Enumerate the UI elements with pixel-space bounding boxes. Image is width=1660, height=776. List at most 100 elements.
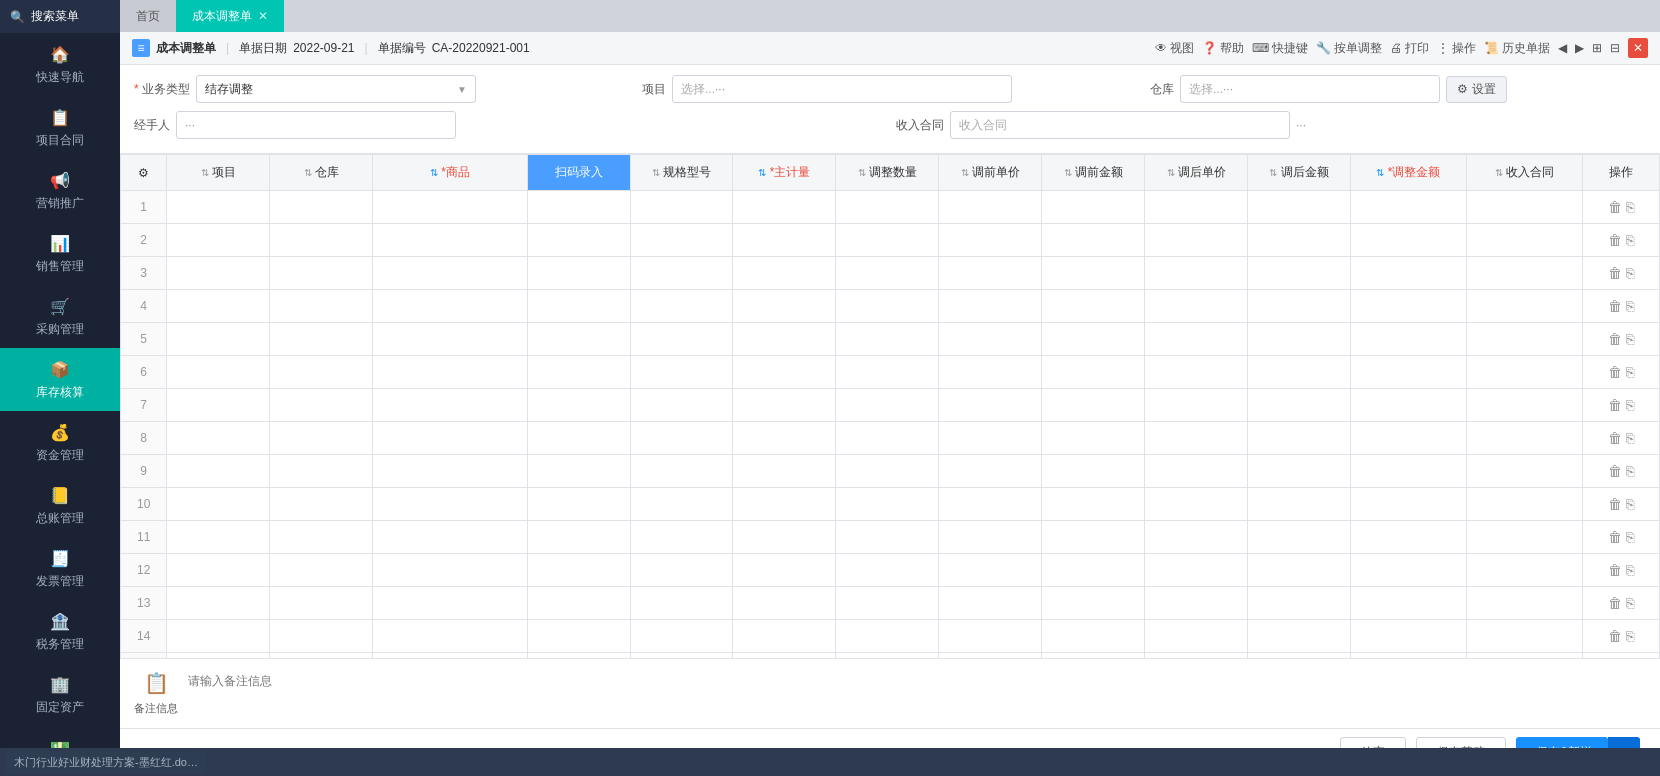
cell-adjust_qty-10[interactable] [836,488,939,521]
cell-before_price-5[interactable] [939,323,1042,356]
cell-unit-12[interactable] [733,554,836,587]
cell-project-5[interactable] [167,323,270,356]
cell-after_amount-7[interactable] [1248,389,1351,422]
help-btn[interactable]: ❓帮助 [1202,40,1244,57]
cell-adjust_qty-13[interactable] [836,587,939,620]
history-btn[interactable]: 📜历史单据 [1484,40,1550,57]
cell-after_price-5[interactable] [1145,323,1248,356]
cell-adjust_amount-4[interactable] [1351,290,1467,323]
nav-prev-btn[interactable]: ◀ [1558,41,1567,55]
cell-warehouse-4[interactable] [270,290,373,323]
cell-spec-1[interactable] [630,191,733,224]
project-input[interactable]: 选择... ··· [672,75,1012,103]
cell-product-13[interactable] [373,587,527,620]
copy-row-3-icon[interactable]: ⎘ [1626,265,1634,281]
biz-type-input[interactable]: 结存调整 ▼ [196,75,476,103]
copy-row-10-icon[interactable]: ⎘ [1626,496,1634,512]
cell-unit-2[interactable] [733,224,836,257]
cell-warehouse-1[interactable] [270,191,373,224]
cell-adjust_amount-7[interactable] [1351,389,1467,422]
cell-before_amount-2[interactable] [1042,224,1145,257]
cell-project-6[interactable] [167,356,270,389]
notes-input[interactable] [188,669,1646,705]
cell-after_price-9[interactable] [1145,455,1248,488]
cell-warehouse-13[interactable] [270,587,373,620]
close-form-btn[interactable]: ✕ [1628,38,1648,58]
cell-income_contract-2[interactable] [1466,224,1582,257]
cell-income_contract-14[interactable] [1466,620,1582,653]
sidebar-item-ledger-mgmt[interactable]: 📒 总账管理 [0,474,120,537]
cell-scan-3[interactable] [527,257,630,290]
copy-row-9-icon[interactable]: ⎘ [1626,463,1634,479]
cell-scan-8[interactable] [527,422,630,455]
cell-before_price-3[interactable] [939,257,1042,290]
cell-income_contract-1[interactable] [1466,191,1582,224]
cell-scan-1[interactable] [527,191,630,224]
cell-before_price-14[interactable] [939,620,1042,653]
cell-spec-14[interactable] [630,620,733,653]
cell-adjust_amount-13[interactable] [1351,587,1467,620]
warehouse-input[interactable]: 选择... ··· [1180,75,1440,103]
cell-project-10[interactable] [167,488,270,521]
ops-btn[interactable]: ⋮操作 [1437,40,1476,57]
delete-row-13-icon[interactable]: 🗑 [1608,595,1622,611]
cell-adjust_amount-2[interactable] [1351,224,1467,257]
cell-warehouse-12[interactable] [270,554,373,587]
cell-unit-14[interactable] [733,620,836,653]
cell-adjust_qty-14[interactable] [836,620,939,653]
copy-row-13-icon[interactable]: ⎘ [1626,595,1634,611]
cell-unit-3[interactable] [733,257,836,290]
cell-adjust_qty-2[interactable] [836,224,939,257]
cell-scan-9[interactable] [527,455,630,488]
copy-row-14-icon[interactable]: ⎘ [1626,628,1634,644]
sidebar-item-sales-promo[interactable]: 📢 营销推广 [0,159,120,222]
cell-warehouse-7[interactable] [270,389,373,422]
copy-row-11-icon[interactable]: ⎘ [1626,529,1634,545]
cell-before_price-11[interactable] [939,521,1042,554]
cell-adjust_qty-11[interactable] [836,521,939,554]
cell-before_price-1[interactable] [939,191,1042,224]
cell-product-7[interactable] [373,389,527,422]
cell-scan-11[interactable] [527,521,630,554]
cell-income_contract-8[interactable] [1466,422,1582,455]
delete-row-1-icon[interactable]: 🗑 [1608,199,1622,215]
sidebar-item-capital-mgmt[interactable]: 💰 资金管理 [0,411,120,474]
cell-adjust_qty-9[interactable] [836,455,939,488]
cell-spec-3[interactable] [630,257,733,290]
sidebar-item-fixed-assets[interactable]: 🏢 固定资产 [0,663,120,726]
sidebar-search-btn[interactable]: 🔍 搜索菜单 [0,0,120,33]
cell-spec-6[interactable] [630,356,733,389]
cell-income_contract-10[interactable] [1466,488,1582,521]
cell-before_price-2[interactable] [939,224,1042,257]
cell-product-6[interactable] [373,356,527,389]
copy-row-8-icon[interactable]: ⎘ [1626,430,1634,446]
cell-after_price-2[interactable] [1145,224,1248,257]
cell-spec-9[interactable] [630,455,733,488]
cell-income_contract-9[interactable] [1466,455,1582,488]
cell-warehouse-6[interactable] [270,356,373,389]
cell-after_amount-13[interactable] [1248,587,1351,620]
tab-cost-adjust[interactable]: 成本调整单✕ [176,0,284,32]
cell-income_contract-7[interactable] [1466,389,1582,422]
cell-scan-2[interactable] [527,224,630,257]
cell-project-2[interactable] [167,224,270,257]
delete-row-3-icon[interactable]: 🗑 [1608,265,1622,281]
cell-before_price-6[interactable] [939,356,1042,389]
copy-row-6-icon[interactable]: ⎘ [1626,364,1634,380]
tab-home[interactable]: 首页 [120,0,176,32]
delete-row-8-icon[interactable]: 🗑 [1608,430,1622,446]
delete-row-2-icon[interactable]: 🗑 [1608,232,1622,248]
cell-unit-5[interactable] [733,323,836,356]
cell-before_price-10[interactable] [939,488,1042,521]
cell-after_price-11[interactable] [1145,521,1248,554]
cell-adjust_amount-1[interactable] [1351,191,1467,224]
cell-project-11[interactable] [167,521,270,554]
cell-adjust_amount-10[interactable] [1351,488,1467,521]
cell-after_amount-12[interactable] [1248,554,1351,587]
cell-after_price-1[interactable] [1145,191,1248,224]
cell-after_amount-1[interactable] [1248,191,1351,224]
cell-spec-13[interactable] [630,587,733,620]
cell-scan-5[interactable] [527,323,630,356]
delete-row-12-icon[interactable]: 🗑 [1608,562,1622,578]
cell-project-1[interactable] [167,191,270,224]
